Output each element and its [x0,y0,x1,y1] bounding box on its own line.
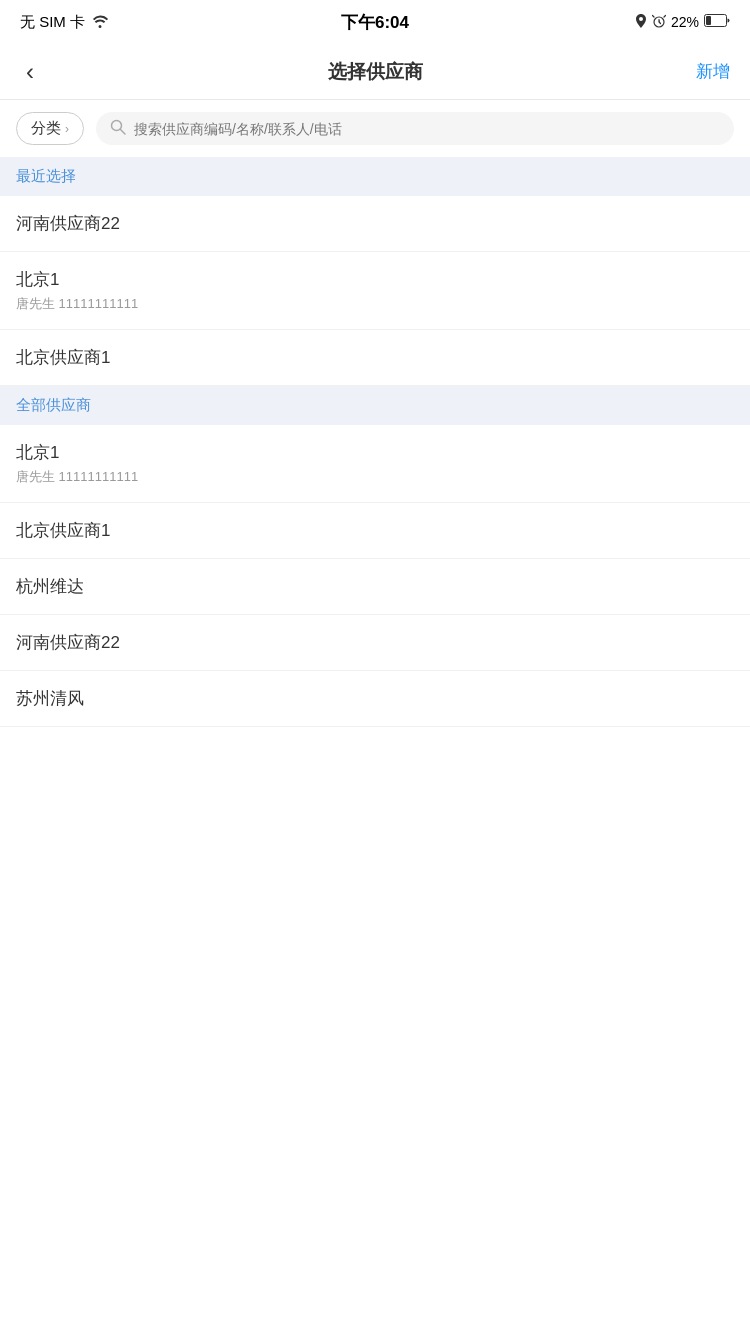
status-bar-right: 22% [635,14,730,31]
item-name: 苏州清风 [16,687,734,710]
recent-list-item[interactable]: 北京1 唐先生 11111111111 [0,252,750,330]
all-list-item[interactable]: 北京供应商1 [0,503,750,559]
all-list-item[interactable]: 杭州维达 [0,559,750,615]
location-icon [635,14,647,31]
recent-section-label: 最近选择 [16,167,76,184]
recent-list-item[interactable]: 河南供应商22 [0,196,750,252]
recent-items-list: 河南供应商22 北京1 唐先生 11111111111 北京供应商1 [0,196,750,386]
status-bar-left: 无 SIM 卡 [20,13,109,32]
category-label: 分类 [31,119,61,138]
item-name: 北京1 [16,268,734,291]
page-title: 选择供应商 [328,59,423,85]
wifi-icon [91,14,109,31]
all-section-label: 全部供应商 [16,396,91,413]
item-name: 北京供应商1 [16,346,734,369]
svg-rect-2 [706,16,711,25]
item-sub: 唐先生 11111111111 [16,295,734,313]
item-sub: 唐先生 11111111111 [16,468,734,486]
item-name: 北京1 [16,441,734,464]
carrier-text: 无 SIM 卡 [20,13,85,32]
item-name: 河南供应商22 [16,631,734,654]
battery-icon [704,14,730,30]
all-list-item[interactable]: 北京1 唐先生 11111111111 [0,425,750,503]
filter-row: 分类 › [0,100,750,157]
svg-line-4 [121,130,126,135]
item-name: 河南供应商22 [16,212,734,235]
search-box[interactable] [96,112,734,145]
back-button[interactable]: ‹ [20,54,40,90]
recent-section-header: 最近选择 [0,157,750,196]
status-bar-time: 下午6:04 [341,11,409,34]
category-button[interactable]: 分类 › [16,112,84,145]
item-name: 北京供应商1 [16,519,734,542]
item-name: 杭州维达 [16,575,734,598]
all-list-item[interactable]: 河南供应商22 [0,615,750,671]
chevron-right-icon: › [65,122,69,136]
recent-list-item[interactable]: 北京供应商1 [0,330,750,386]
status-bar: 无 SIM 卡 下午6:04 22% [0,0,750,44]
all-list-item[interactable]: 苏州清风 [0,671,750,727]
new-action-button[interactable]: 新增 [696,60,730,83]
search-input[interactable] [134,121,720,137]
all-items-list: 北京1 唐先生 11111111111 北京供应商1 杭州维达河南供应商22 苏州清风 [0,425,750,727]
nav-bar: ‹ 选择供应商 新增 [0,44,750,100]
alarm-icon [652,14,666,31]
search-icon [110,119,126,138]
all-section-header: 全部供应商 [0,386,750,425]
battery-text: 22% [671,14,699,30]
